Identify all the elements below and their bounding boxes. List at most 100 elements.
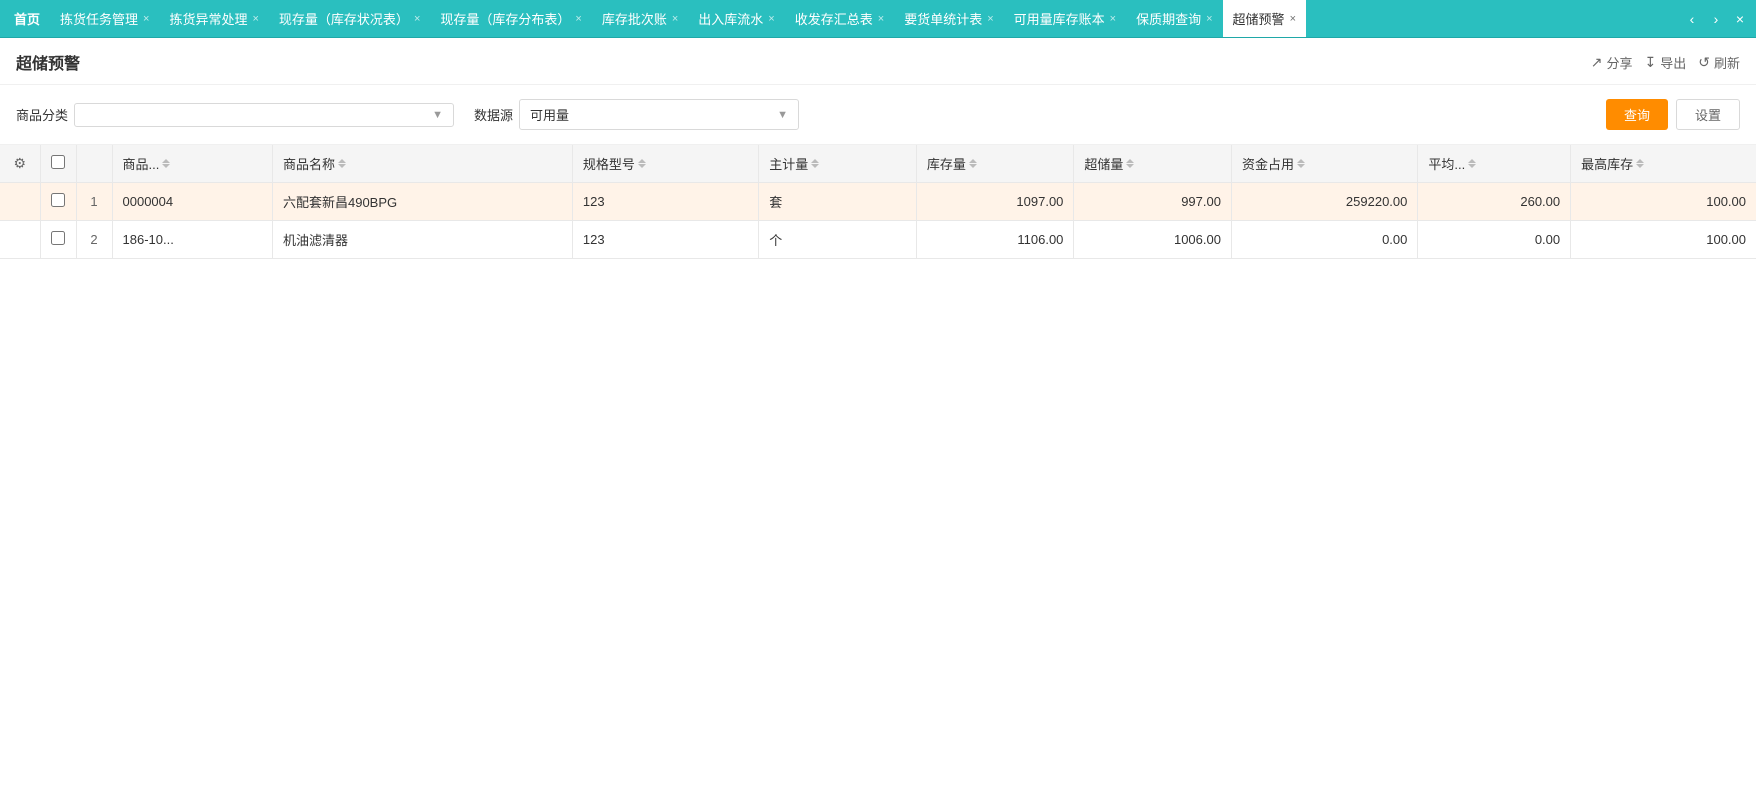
sort-up-icon	[338, 159, 346, 163]
nav-tab-close-inout[interactable]: ×	[768, 13, 774, 25]
nav-tab-close-stock-status[interactable]: ×	[414, 13, 420, 25]
set-button[interactable]: 设置	[1676, 99, 1740, 130]
nav-prev-btn[interactable]: ‹	[1680, 0, 1704, 38]
th-unit-label: 主计量	[769, 154, 808, 173]
td-capital: 259220.00	[1231, 183, 1417, 221]
nav-tab-close-order-stat[interactable]: ×	[987, 13, 993, 25]
th-gear[interactable]: ⚙	[0, 145, 40, 183]
nav-tab-order-stat[interactable]: 要货单统计表 ×	[894, 0, 1003, 38]
sort-down-icon	[162, 164, 170, 168]
td-avg: 260.00	[1418, 183, 1571, 221]
select-all-checkbox[interactable]	[51, 155, 65, 169]
export-label: 导出	[1660, 53, 1686, 72]
td-gear	[0, 183, 40, 221]
nav-tab-task[interactable]: 拣货任务管理×	[50, 0, 159, 38]
sort-down-icon	[1126, 164, 1134, 168]
th-overstock[interactable]: 超储量	[1074, 145, 1232, 183]
nav-more-btn[interactable]: ×	[1728, 0, 1752, 38]
gear-icon[interactable]: ⚙	[13, 155, 26, 171]
nav-tab-stock-dist[interactable]: 现存量（库存分布表） ×	[430, 0, 591, 38]
sort-up-icon	[162, 159, 170, 163]
nav-tab-close-avail-account[interactable]: ×	[1110, 13, 1116, 25]
sort-up-icon	[1636, 159, 1644, 163]
th-stock-label: 库存量	[927, 154, 966, 173]
filter-actions: 查询 设置	[1606, 99, 1740, 130]
th-product-code[interactable]: 商品...	[112, 145, 272, 183]
nav-tab-close-batch[interactable]: ×	[672, 13, 678, 25]
td-seq: 2	[76, 221, 112, 259]
nav-tab-label-abnormal: 拣货异常处理	[169, 9, 247, 28]
sort-overstock-icon	[1126, 159, 1134, 168]
share-icon: ↗	[1591, 54, 1603, 71]
nav-tab-batch[interactable]: 库存批次账×	[592, 0, 688, 38]
nav-tab-close-overstock[interactable]: ×	[1290, 13, 1296, 25]
th-capital[interactable]: 资金占用	[1231, 145, 1417, 183]
sort-max-stock-icon	[1636, 159, 1644, 168]
nav-tab-label-stock-dist: 现存量（库存分布表）	[440, 9, 570, 28]
th-avg[interactable]: 平均...	[1418, 145, 1571, 183]
sort-spec-icon	[638, 159, 646, 168]
nav-tab-stock-status[interactable]: 现存量（库存状况表）×	[269, 0, 430, 38]
nav-tab-label-shelf-life: 保质期查询	[1136, 9, 1201, 28]
nav-next-btn[interactable]: ›	[1704, 0, 1728, 38]
sort-stock-icon	[969, 159, 977, 168]
td-product-code: 0000004	[112, 183, 272, 221]
td-checkbox	[40, 183, 76, 221]
table-row: 10000004六配套新昌490BPG123套1097.00997.002592…	[0, 183, 1756, 221]
datasource-chevron-down-icon: ▼	[777, 109, 788, 121]
nav-tab-inout[interactable]: 出入库流水×	[688, 0, 784, 38]
td-stock: 1097.00	[916, 183, 1074, 221]
nav-tab-label-order-stat: 要货单统计表	[904, 9, 982, 28]
nav-tab-shelf-life[interactable]: 保质期查询 ×	[1126, 0, 1222, 38]
th-max-stock[interactable]: 最高库存	[1571, 145, 1756, 183]
nav-tab-close-shelf-life[interactable]: ×	[1206, 13, 1212, 25]
page-header: 超储预警 ↗ 分享 ↧ 导出 ↺ 刷新	[0, 38, 1756, 85]
page-container: 超储预警 ↗ 分享 ↧ 导出 ↺ 刷新 商品分类 ▼ 数据源	[0, 38, 1756, 800]
th-unit[interactable]: 主计量	[759, 145, 917, 183]
query-button[interactable]: 查询	[1606, 99, 1668, 130]
datasource-select[interactable]: 可用量 ▼	[519, 99, 799, 130]
category-select[interactable]: ▼	[74, 103, 454, 127]
sort-down-icon	[811, 164, 819, 168]
row-checkbox[interactable]	[51, 231, 65, 245]
td-gear	[0, 221, 40, 259]
td-overstock: 997.00	[1074, 183, 1232, 221]
filter-bar: 商品分类 ▼ 数据源 可用量 ▼ 查询 设置	[0, 85, 1756, 145]
th-product-name[interactable]: 商品名称	[272, 145, 572, 183]
th-product-code-label: 商品...	[123, 154, 160, 173]
export-button[interactable]: ↧ 导出	[1645, 53, 1687, 72]
nav-tab-close-abnormal[interactable]: ×	[252, 13, 258, 25]
sort-up-icon	[811, 159, 819, 163]
nav-tab-abnormal[interactable]: 拣货异常处理 ×	[159, 0, 268, 38]
nav-tab-close-task[interactable]: ×	[143, 13, 149, 25]
td-spec: 123	[572, 183, 758, 221]
sort-down-icon	[969, 164, 977, 168]
td-avg: 0.00	[1418, 221, 1571, 259]
td-max-stock: 100.00	[1571, 221, 1756, 259]
nav-tab-collect[interactable]: 收发存汇总表 ×	[785, 0, 894, 38]
export-icon: ↧	[1645, 54, 1657, 71]
header-actions: ↗ 分享 ↧ 导出 ↺ 刷新	[1591, 53, 1740, 72]
refresh-button[interactable]: ↺ 刷新	[1698, 53, 1740, 72]
datasource-label: 数据源	[474, 105, 513, 124]
nav-tab-close-stock-dist[interactable]: ×	[575, 13, 581, 25]
sort-up-icon	[1468, 159, 1476, 163]
nav-tab-avail-account[interactable]: 可用量库存账本×	[1004, 0, 1126, 38]
sort-product-code-icon	[162, 159, 170, 168]
td-product-code: 186-10...	[112, 221, 272, 259]
row-checkbox[interactable]	[51, 193, 65, 207]
sort-down-icon	[638, 164, 646, 168]
th-overstock-label: 超储量	[1084, 154, 1123, 173]
th-spec[interactable]: 规格型号	[572, 145, 758, 183]
sort-down-icon	[1297, 164, 1305, 168]
top-nav: 首页拣货任务管理×拣货异常处理×现存量（库存状况表）×现存量（库存分布表）×库存…	[0, 0, 1756, 38]
nav-tab-overstock[interactable]: 超储预警 ×	[1223, 0, 1306, 38]
th-stock[interactable]: 库存量	[916, 145, 1074, 183]
nav-tab-label-overstock: 超储预警	[1233, 9, 1285, 28]
nav-tab-label-collect: 收发存汇总表	[795, 9, 873, 28]
share-button[interactable]: ↗ 分享	[1591, 53, 1633, 72]
category-chevron-down-icon: ▼	[432, 109, 443, 121]
nav-tab-home[interactable]: 首页	[4, 0, 50, 38]
th-product-name-label: 商品名称	[283, 154, 335, 173]
nav-tab-close-collect[interactable]: ×	[878, 13, 884, 25]
